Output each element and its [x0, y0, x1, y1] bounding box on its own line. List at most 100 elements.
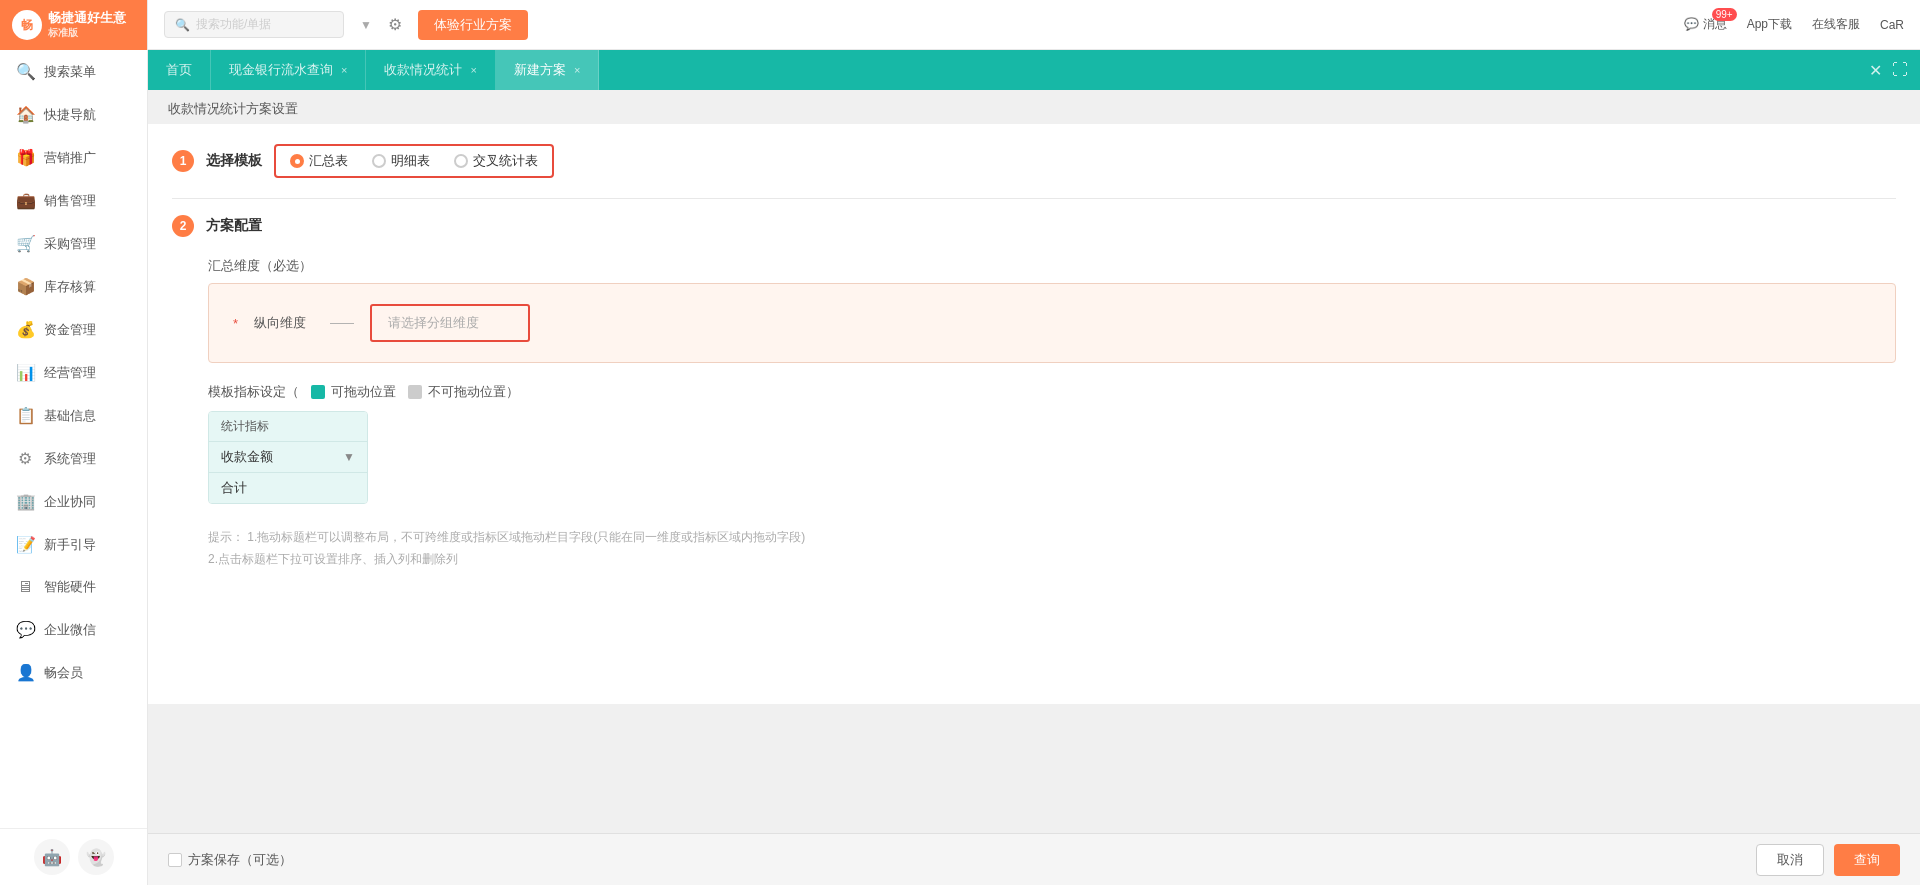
tab-expand-icon[interactable]: ⛶ — [1892, 61, 1908, 79]
notification-bell[interactable]: 💬 消息 99+ — [1684, 16, 1726, 33]
sidebar-item-finance[interactable]: 💰 资金管理 — [0, 308, 147, 351]
inventory-icon: 📦 — [16, 277, 34, 296]
tip-line2: 2.点击标题栏下拉可设置排序、插入列和删除列 — [208, 549, 1896, 571]
industry-plan-button[interactable]: 体验行业方案 — [418, 10, 528, 40]
search-menu-icon: 🔍 — [16, 62, 34, 81]
dimension-selector[interactable]: 请选择分组维度 — [370, 304, 530, 342]
sidebar-item-system[interactable]: ⚙ 系统管理 — [0, 437, 147, 480]
tab-home-label: 首页 — [166, 61, 192, 79]
sidebar-item-inventory[interactable]: 📦 库存核算 — [0, 265, 147, 308]
save-checkbox[interactable] — [168, 853, 182, 867]
logo-text: 畅捷通好生意 — [48, 10, 126, 26]
radio-summary[interactable]: 汇总表 — [290, 152, 348, 170]
tabs-actions: ✕ ⛶ — [1869, 61, 1920, 80]
save-option[interactable]: 方案保存（可选） — [168, 851, 292, 869]
tab-cashflow-label: 现金银行流水查询 — [229, 61, 333, 79]
cancel-button[interactable]: 取消 — [1756, 844, 1824, 876]
member-icon: 👤 — [16, 663, 34, 682]
sidebar-item-quick-nav[interactable]: 🏠 快捷导航 — [0, 93, 147, 136]
radio-cross[interactable]: 交叉统计表 — [454, 152, 538, 170]
non-draggable-toggle: 不可拖动位置） — [408, 383, 519, 401]
metrics-area-title: 统计指标 — [209, 412, 367, 442]
logo-sub: 标准版 — [48, 26, 126, 40]
tips-section: 提示： 1.拖动标题栏可以调整布局，不可跨维度或指标区域拖动栏目字段(只能在同一… — [208, 527, 1896, 570]
sidebar-item-basic-info[interactable]: 📋 基础信息 — [0, 394, 147, 437]
radio-summary-label: 汇总表 — [309, 152, 348, 170]
finance-icon: 💰 — [16, 320, 34, 339]
sidebar-item-label: 系统管理 — [44, 450, 96, 468]
tab-new-plan-label: 新建方案 — [514, 61, 566, 79]
step2-row: 2 方案配置 — [172, 215, 1896, 237]
radio-detail[interactable]: 明细表 — [372, 152, 430, 170]
sidebar-item-label: 快捷导航 — [44, 106, 96, 124]
app-download-link[interactable]: App下载 — [1747, 16, 1792, 33]
step1-badge: 1 — [172, 150, 194, 172]
sidebar-item-guide[interactable]: 📝 新手引导 — [0, 523, 147, 566]
content-card: 1 选择模板 汇总表 明细表 交叉统计表 — [148, 124, 1920, 704]
tabs-bar: 首页 现金银行流水查询 × 收款情况统计 × 新建方案 × ✕ ⛶ — [148, 50, 1920, 90]
main-area: 🔍 搜索功能/单据 ▼ ⚙ 体验行业方案 💬 消息 99+ App下载 在线客服… — [148, 0, 1920, 885]
metric-item-collection[interactable]: 收款金额 ▼ — [209, 442, 367, 473]
step1-label: 选择模板 — [206, 152, 262, 170]
sidebar-item-purchase[interactable]: 🛒 采购管理 — [0, 222, 147, 265]
save-label: 方案保存（可选） — [188, 851, 292, 869]
tab-close-icon[interactable]: ✕ — [1869, 61, 1882, 80]
vertical-dim-label: 纵向维度 — [254, 314, 314, 332]
step2-label: 方案配置 — [206, 217, 262, 235]
divider1 — [172, 198, 1896, 199]
settings-icon[interactable]: ⚙ — [388, 15, 402, 34]
sidebar-item-enterprise[interactable]: 🏢 企业协同 — [0, 480, 147, 523]
metric-dropdown-icon[interactable]: ▼ — [343, 450, 355, 464]
tab-cashflow-close[interactable]: × — [341, 64, 347, 76]
sidebar-item-wechat[interactable]: 💬 企业微信 — [0, 608, 147, 651]
sidebar-item-label: 资金管理 — [44, 321, 96, 339]
non-draggable-label: 不可拖动位置） — [428, 383, 519, 401]
top-header: 🔍 搜索功能/单据 ▼ ⚙ 体验行业方案 💬 消息 99+ App下载 在线客服… — [148, 0, 1920, 50]
page-title: 收款情况统计方案设置 — [148, 90, 1920, 124]
sidebar-item-label: 采购管理 — [44, 235, 96, 253]
sidebar-item-hardware[interactable]: 🖥 智能硬件 — [0, 566, 147, 608]
header-dropdown-arrow[interactable]: ▼ — [360, 18, 372, 32]
template-radio-group: 汇总表 明细表 交叉统计表 — [274, 144, 554, 178]
bot-icon-right[interactable]: 👻 — [78, 839, 114, 875]
sidebar-item-marketing[interactable]: 🎁 营销推广 — [0, 136, 147, 179]
step1-row: 1 选择模板 汇总表 明细表 交叉统计表 — [172, 144, 1896, 178]
wechat-icon: 💬 — [16, 620, 34, 639]
enterprise-icon: 🏢 — [16, 492, 34, 511]
bot-icon-left[interactable]: 🤖 — [34, 839, 70, 875]
tab-new-plan-close[interactable]: × — [574, 64, 580, 76]
radio-summary-circle — [290, 154, 304, 168]
tab-new-plan[interactable]: 新建方案 × — [496, 50, 599, 90]
sidebar-item-label: 畅会员 — [44, 664, 83, 682]
metric-item-name: 收款金额 — [221, 448, 273, 466]
operations-icon: 📊 — [16, 363, 34, 382]
tab-collection-stats-close[interactable]: × — [470, 64, 476, 76]
sidebar-bottom: 🤖 👻 — [0, 828, 147, 885]
sidebar-item-operations[interactable]: 📊 经营管理 — [0, 351, 147, 394]
sidebar-item-label: 库存核算 — [44, 278, 96, 296]
tip-line1: 提示： 1.拖动标题栏可以调整布局，不可跨维度或指标区域拖动栏目字段(只能在同一… — [208, 527, 1896, 549]
notification-badge: 99+ — [1712, 8, 1737, 21]
vertical-dimension-row: * 纵向维度 —— 请选择分组维度 — [233, 304, 1871, 342]
tab-collection-stats-label: 收款情况统计 — [384, 61, 462, 79]
sidebar-item-label: 搜索菜单 — [44, 63, 96, 81]
header-right: 💬 消息 99+ App下载 在线客服 CaR — [1684, 16, 1904, 33]
query-button[interactable]: 查询 — [1834, 844, 1900, 876]
sidebar-item-label: 企业微信 — [44, 621, 96, 639]
sidebar-nav: 🔍 搜索菜单 🏠 快捷导航 🎁 营销推广 💼 销售管理 🛒 采购管理 📦 库存核… — [0, 50, 147, 828]
tab-home[interactable]: 首页 — [148, 50, 211, 90]
user-name[interactable]: CaR — [1880, 18, 1904, 32]
tab-collection-stats[interactable]: 收款情况统计 × — [366, 50, 495, 90]
tab-cashflow[interactable]: 现金银行流水查询 × — [211, 50, 366, 90]
sidebar-item-member[interactable]: 👤 畅会员 — [0, 651, 147, 694]
quick-nav-icon: 🏠 — [16, 105, 34, 124]
marketing-icon: 🎁 — [16, 148, 34, 167]
sidebar-item-search-menu[interactable]: 🔍 搜索菜单 — [0, 50, 147, 93]
sidebar-item-label: 经营管理 — [44, 364, 96, 382]
header-search[interactable]: 🔍 搜索功能/单据 — [164, 11, 344, 38]
sidebar-item-sales[interactable]: 💼 销售管理 — [0, 179, 147, 222]
draggable-label: 可拖动位置 — [331, 383, 396, 401]
dimension-arrow: —— — [330, 316, 354, 330]
online-support-link[interactable]: 在线客服 — [1812, 16, 1860, 33]
dimension-container: 汇总维度（必选） * 纵向维度 —— 请选择分组维度 模板指标设定（ — [172, 257, 1896, 570]
